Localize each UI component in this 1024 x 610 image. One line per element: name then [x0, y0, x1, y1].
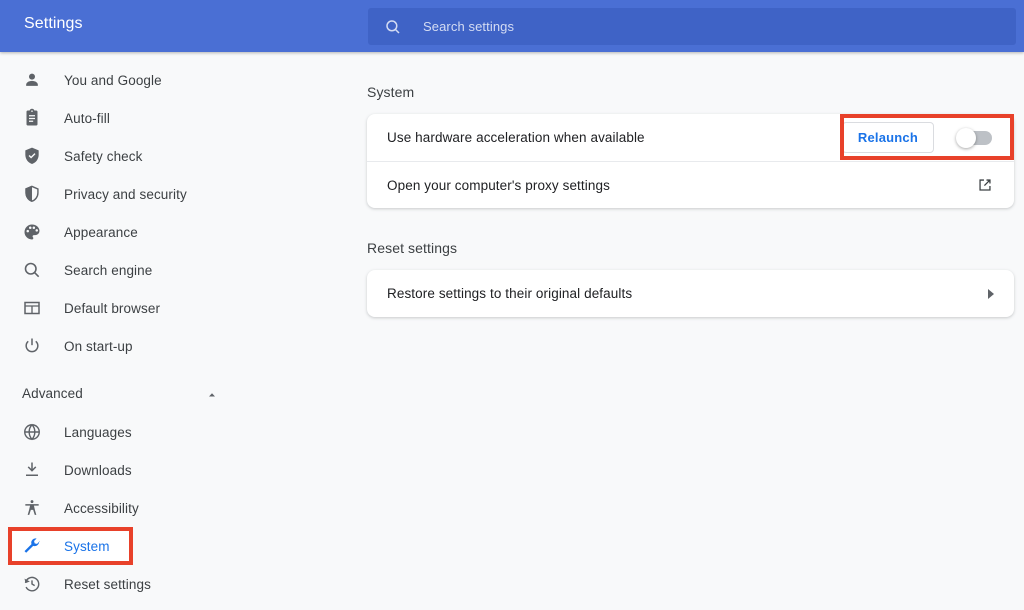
sidebar-item-privacy-and-security[interactable]: Privacy and security: [0, 175, 300, 213]
sidebar-item-reset-settings[interactable]: Reset settings: [0, 565, 300, 603]
sidebar-item-languages[interactable]: Languages: [0, 413, 300, 451]
toggle-knob: [956, 127, 976, 148]
sidebar-item-label: System: [64, 538, 110, 554]
sidebar-item-label: Languages: [64, 424, 132, 440]
hardware-acceleration-label: Use hardware acceleration when available: [387, 130, 645, 145]
shield-half-icon: [25, 185, 39, 202]
proxy-settings-row[interactable]: Open your computer's proxy settings: [367, 161, 1014, 208]
sidebar-item-on-start-up[interactable]: On start-up: [0, 327, 300, 365]
top-header: Settings Search settings: [0, 0, 1024, 52]
hardware-acceleration-toggle[interactable]: [956, 127, 992, 148]
sidebar-item-label: You and Google: [64, 72, 162, 88]
download-icon: [26, 462, 38, 476]
sidebar-item-label: Privacy and security: [64, 186, 187, 202]
restore-defaults-label: Restore settings to their original defau…: [387, 286, 633, 301]
sidebar-item-safety-check[interactable]: Safety check: [0, 137, 300, 175]
relaunch-button[interactable]: Relaunch: [841, 122, 934, 153]
sidebar-item-downloads[interactable]: Downloads: [0, 451, 300, 489]
system-settings-card: Use hardware acceleration when available…: [367, 114, 1014, 208]
sidebar-item-label: Reset settings: [64, 576, 151, 592]
main-content: System Use hardware acceleration when av…: [300, 52, 1024, 610]
reset-settings-card: Restore settings to their original defau…: [367, 270, 1014, 317]
search-input[interactable]: Search settings: [368, 8, 1016, 45]
section-title-reset-settings: Reset settings: [367, 240, 458, 256]
hardware-acceleration-row[interactable]: Use hardware acceleration when available…: [367, 114, 1014, 161]
globe-icon: [24, 423, 40, 441]
sidebar-item-search-engine[interactable]: Search engine: [0, 251, 300, 289]
sidebar-item-default-browser[interactable]: Default browser: [0, 289, 300, 327]
browser-window-icon: [24, 301, 40, 315]
sidebar-item-appearance[interactable]: Appearance: [0, 213, 300, 251]
restore-defaults-row[interactable]: Restore settings to their original defau…: [367, 270, 1014, 317]
arrow-right-icon[interactable]: [988, 288, 994, 299]
clipboard-icon: [26, 108, 38, 126]
sidebar-item-label: On start-up: [64, 338, 133, 354]
search-icon: [386, 19, 400, 34]
sidebar-item-accessibility[interactable]: Accessibility: [0, 489, 300, 527]
sidebar-item-label: Auto-fill: [64, 110, 110, 126]
history-icon: [24, 576, 40, 592]
sidebar-item-label: Search engine: [64, 262, 153, 278]
sidebar-item-label: Appearance: [64, 224, 138, 240]
sidebar-advanced-label: Advanced: [22, 385, 83, 401]
sidebar-item-label: Default browser: [64, 300, 161, 316]
sidebar-advanced-toggle[interactable]: Advanced: [0, 374, 300, 412]
sidebar-item-system-highlighted[interactable]: System: [12, 531, 129, 561]
wrench-icon: [24, 538, 40, 553]
section-title-system: System: [367, 84, 415, 100]
chevron-up-icon: [209, 393, 215, 397]
accessibility-icon: [25, 500, 39, 515]
search-icon: [24, 262, 40, 278]
proxy-settings-label: Open your computer's proxy settings: [387, 177, 610, 193]
shield-check-icon: [25, 147, 39, 164]
power-icon: [25, 338, 39, 353]
external-link-icon[interactable]: [976, 176, 994, 194]
sidebar: You and Google Auto-fill Safety check Pr…: [0, 52, 300, 610]
sidebar-item-label: Downloads: [64, 462, 132, 478]
palette-icon: [24, 224, 40, 240]
sidebar-item-label: Accessibility: [64, 500, 139, 516]
person-icon: [26, 73, 38, 86]
page-title: Settings: [24, 15, 83, 32]
sidebar-item-label: Safety check: [64, 148, 143, 164]
sidebar-item-you-and-google[interactable]: You and Google: [0, 61, 300, 99]
sidebar-item-auto-fill[interactable]: Auto-fill: [0, 99, 300, 137]
search-placeholder: Search settings: [423, 19, 515, 34]
